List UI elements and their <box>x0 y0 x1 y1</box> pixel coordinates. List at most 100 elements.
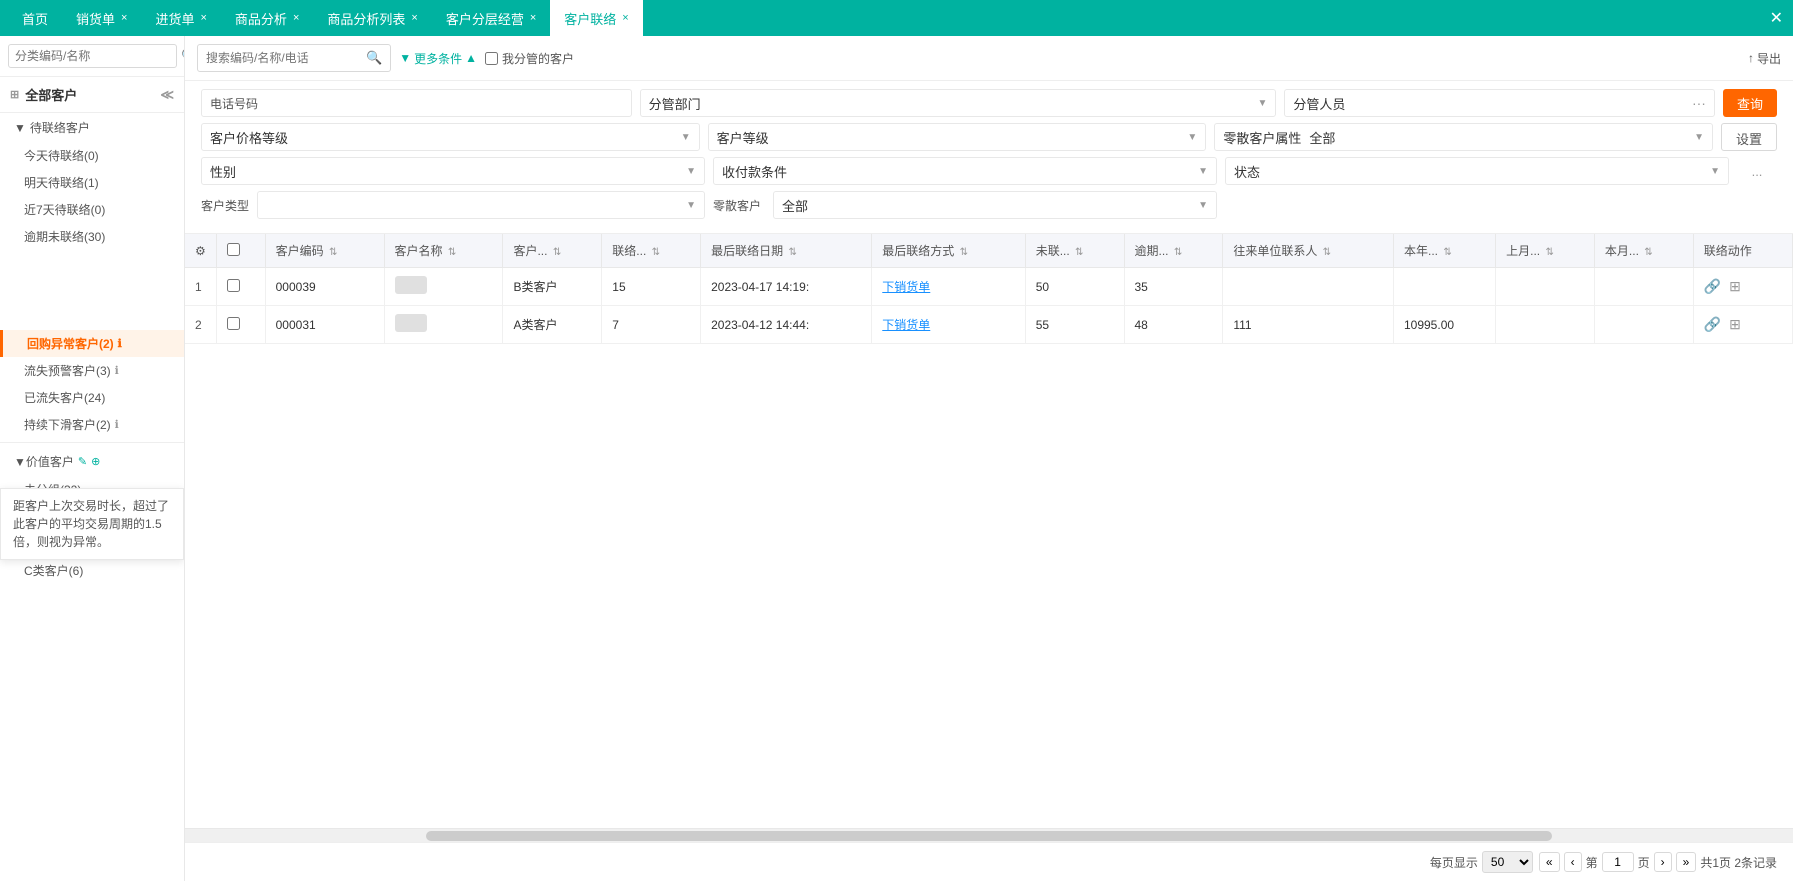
pending-group[interactable]: ▼ 待联络客户 <box>0 113 184 142</box>
code-sort-icon[interactable]: ⇅ <box>329 247 337 258</box>
my-customer-checkbox-wrap[interactable]: 我分管的客户 <box>485 50 574 67</box>
close-sales-order[interactable]: × <box>121 12 127 24</box>
price-level-field[interactable]: 客户价格等级 ▼ <box>201 123 700 151</box>
col-level[interactable]: 客户... ⇅ <box>503 234 602 268</box>
col-code[interactable]: 客户编码 ⇅ <box>265 234 384 268</box>
col-this-year[interactable]: 本年... ⇅ <box>1393 234 1495 268</box>
sidebar-today-pending[interactable]: 今天待联络(0) <box>0 142 184 169</box>
collapse-icon[interactable]: ≪ <box>160 87 174 103</box>
sidebar-already-lost[interactable]: 已流失客户(24) <box>0 384 184 411</box>
overdue-sort-icon[interactable]: ⇅ <box>1174 247 1182 258</box>
sidebar-search-input[interactable] <box>8 44 177 68</box>
sidebar-overdue-pending[interactable]: 逾期未联络(30) <box>0 223 184 250</box>
sidebar-c-class[interactable]: C类客户(6) <box>0 557 184 584</box>
contact-count-sort-icon[interactable]: ⇅ <box>652 247 660 258</box>
export-button[interactable]: ↑ 导出 <box>1748 50 1781 67</box>
col-overdue[interactable]: 逾期... ⇅ <box>1124 234 1223 268</box>
row1-level: B类客户 <box>503 268 602 306</box>
nav-customer-contact[interactable]: 客户联络 × <box>550 0 642 36</box>
prev-page-button[interactable]: ‹ <box>1564 852 1582 872</box>
per-page-select[interactable]: 50 20 100 <box>1482 851 1533 873</box>
phone-input[interactable] <box>258 96 623 110</box>
level-sort-icon[interactable]: ⇅ <box>553 247 561 258</box>
all-customers-title[interactable]: ⊞ 全部客户 ≪ <box>0 77 184 113</box>
row2-qr-icon[interactable]: ⊞ <box>1729 316 1741 333</box>
contact-person-sort-icon[interactable]: ⇅ <box>1323 247 1331 258</box>
this-year-sort-icon[interactable]: ⇅ <box>1443 247 1451 258</box>
retail-customer-field[interactable]: 全部 ▼ <box>773 191 1217 219</box>
customer-type-field[interactable]: ▼ <box>257 191 705 219</box>
row2-last-contact-method[interactable]: 下销货单 <box>872 306 1025 344</box>
window-close-button[interactable]: ✕ <box>1770 8 1783 28</box>
first-page-button[interactable]: « <box>1539 852 1560 872</box>
close-purchase-order[interactable]: × <box>200 12 206 24</box>
scrollbar-thumb[interactable] <box>426 831 1552 841</box>
row2-link-icon[interactable]: 🔗 <box>1704 316 1721 333</box>
payment-field[interactable]: 收付款条件 ▼ <box>713 157 1217 185</box>
close-customer-segmentation[interactable]: × <box>530 12 536 24</box>
row1-qr-icon[interactable]: ⊞ <box>1729 278 1741 295</box>
col-name[interactable]: 客户名称 ⇅ <box>384 234 503 268</box>
horizontal-scrollbar[interactable] <box>185 828 1793 842</box>
last-month-sort-icon[interactable]: ⇅ <box>1545 247 1553 258</box>
last-contact-method-sort-icon[interactable]: ⇅ <box>960 247 968 258</box>
manager-dots-icon[interactable]: ··· <box>1692 95 1706 111</box>
uncontact-sort-icon[interactable]: ⇅ <box>1075 247 1083 258</box>
close-product-analysis-list[interactable]: × <box>411 12 417 24</box>
dept-arrow-icon: ▼ <box>1258 98 1268 109</box>
gender-arrow-icon: ▼ <box>686 166 696 177</box>
more-dots-btn[interactable]: ... <box>1737 164 1777 179</box>
add-icon[interactable]: ⊕ <box>91 455 100 468</box>
settings-button[interactable]: 设置 <box>1721 123 1777 151</box>
gender-field[interactable]: 性别 ▼ <box>201 157 705 185</box>
more-conditions-btn[interactable]: ▼ 更多条件 ▲ <box>399 50 477 67</box>
search-bar-icon[interactable]: 🔍 <box>366 50 382 66</box>
close-customer-contact[interactable]: × <box>622 12 628 24</box>
select-all-checkbox[interactable] <box>227 243 240 256</box>
col-last-contact-method[interactable]: 最后联络方式 ⇅ <box>872 234 1025 268</box>
next-page-button[interactable]: › <box>1654 852 1672 872</box>
col-last-contact-date[interactable]: 最后联络日期 ⇅ <box>701 234 872 268</box>
col-contact-count[interactable]: 联络... ⇅ <box>602 234 701 268</box>
last-contact-date-sort-icon[interactable]: ⇅ <box>788 247 796 258</box>
sidebar-tomorrow-pending[interactable]: 明天待联络(1) <box>0 169 184 196</box>
nav-purchase-order[interactable]: 进货单 × <box>141 0 220 36</box>
advanced-filter: 电话号码 分管部门 ▼ 分管人员 ··· 查询 客户价格等级 ▼ <box>185 81 1793 234</box>
value-group-title[interactable]: ▼ 价值客户 ✎ ⊕ <box>0 447 184 476</box>
phone-field[interactable]: 电话号码 <box>201 89 632 117</box>
nav-product-analysis[interactable]: 商品分析 × <box>221 0 313 36</box>
name-sort-icon[interactable]: ⇅ <box>448 247 456 258</box>
sidebar-declining[interactable]: 持续下滑客户(2) ℹ <box>0 411 184 438</box>
dept-field[interactable]: 分管部门 ▼ <box>640 89 1277 117</box>
nav-home[interactable]: 首页 <box>8 0 62 36</box>
customer-type-arrow-icon: ▼ <box>686 200 696 211</box>
nav-product-analysis-list[interactable]: 商品分析列表 × <box>313 0 431 36</box>
status-field[interactable]: 状态 ▼ <box>1225 157 1729 185</box>
search-input[interactable] <box>206 51 366 65</box>
my-customer-checkbox[interactable] <box>485 52 498 65</box>
col-this-month[interactable]: 本月... ⇅ <box>1594 234 1693 268</box>
sidebar-lost-warning[interactable]: 流失预警客户(3) ℹ <box>0 357 184 384</box>
last-page-button[interactable]: » <box>1676 852 1697 872</box>
col-checkbox[interactable] <box>216 234 265 268</box>
sidebar-week-pending[interactable]: 近7天待联络(0) <box>0 196 184 223</box>
col-settings[interactable]: ⚙ <box>185 234 216 268</box>
nav-customer-segmentation[interactable]: 客户分层经营 × <box>432 0 550 36</box>
customer-level-field[interactable]: 客户等级 ▼ <box>708 123 1207 151</box>
page-number-input[interactable] <box>1602 852 1634 872</box>
col-uncontact[interactable]: 未联... ⇅ <box>1025 234 1124 268</box>
manager-field[interactable]: 分管人员 ··· <box>1284 89 1715 117</box>
retail-attr-field[interactable]: 零散客户属性 全部 ▼ <box>1214 123 1713 151</box>
query-button[interactable]: 查询 <box>1723 89 1777 117</box>
row1-link-icon[interactable]: 🔗 <box>1704 278 1721 295</box>
row1-last-contact-method[interactable]: 下销货单 <box>872 268 1025 306</box>
nav-sales-order[interactable]: 销货单 × <box>62 0 141 36</box>
row2-checkbox[interactable] <box>216 306 265 344</box>
sidebar-repurchase-abnormal[interactable]: 回购异常客户(2) ℹ <box>0 330 184 357</box>
col-contact-person[interactable]: 往来单位联系人 ⇅ <box>1223 234 1394 268</box>
row1-checkbox[interactable] <box>216 268 265 306</box>
close-product-analysis[interactable]: × <box>293 12 299 24</box>
col-last-month[interactable]: 上月... ⇅ <box>1496 234 1595 268</box>
this-month-sort-icon[interactable]: ⇅ <box>1644 247 1652 258</box>
edit-icon[interactable]: ✎ <box>78 455 87 468</box>
